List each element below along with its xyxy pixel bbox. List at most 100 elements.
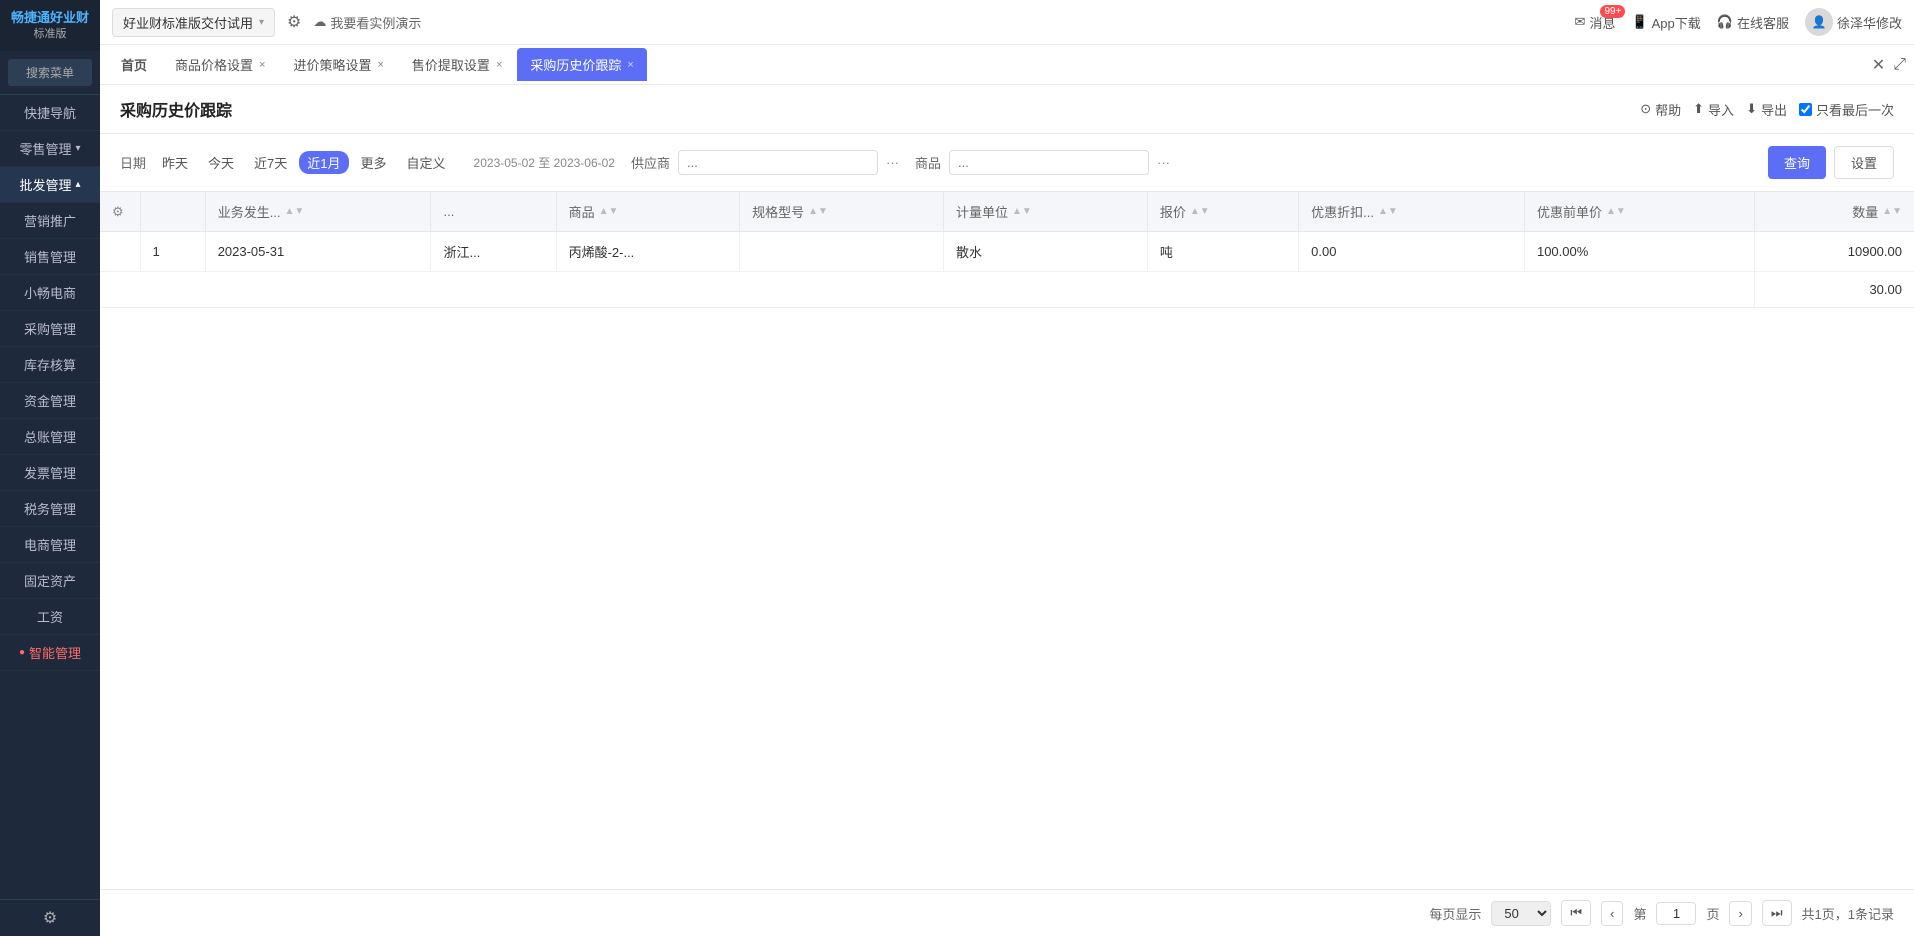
col-settings[interactable]: ⚙ — [100, 192, 140, 232]
cell-more: 浙江... — [431, 232, 556, 272]
sidebar-item-label: 小畅电商 — [24, 283, 76, 302]
close-tab-icon[interactable]: ✕ — [1872, 55, 1885, 75]
sidebar-item-ledger[interactable]: 总账管理 — [0, 419, 100, 455]
supplier-input[interactable] — [678, 150, 878, 175]
close-icon[interactable]: × — [496, 59, 502, 71]
date-option-7days[interactable]: 近7天 — [246, 151, 295, 174]
tab-purchase-history[interactable]: 采购历史价跟踪 × — [517, 48, 646, 81]
date-option-1month[interactable]: 近1月 — [299, 151, 348, 174]
goods-more-icon[interactable]: ··· — [1157, 155, 1170, 170]
help-button[interactable]: ⊙ 帮助 — [1640, 100, 1681, 119]
sidebar-item-label: 批发管理 — [19, 175, 71, 194]
sidebar-item-finance[interactable]: 资金管理 — [0, 383, 100, 419]
col-price[interactable]: 报价 ▲▼ — [1147, 192, 1298, 232]
user-menu[interactable]: 👤 徐泽华修改 — [1805, 8, 1902, 36]
tab-price-extract[interactable]: 售价提取设置 × — [399, 48, 515, 81]
latest-only-input[interactable] — [1799, 103, 1812, 116]
tab-purchase-strategy[interactable]: 进价策略设置 × — [280, 48, 396, 81]
sidebar-item-quick-nav[interactable]: 快捷导航 — [0, 95, 100, 131]
col-goods[interactable]: 商品 ▲▼ — [556, 192, 740, 232]
version-label: 好业财标准版交付试用 — [123, 13, 253, 32]
cell-price-before-discount: 100.00% — [1524, 232, 1754, 272]
last-page-button[interactable]: ⏭ — [1762, 900, 1792, 926]
col-spec[interactable]: 规格型号 ▲▼ — [740, 192, 944, 232]
goods-filter-group: 商品 ··· — [915, 150, 1170, 175]
column-settings-icon[interactable]: ⚙ — [112, 204, 124, 219]
date-option-custom[interactable]: 自定义 — [399, 151, 454, 174]
sidebar-logo: 畅捷通好业财 标准版 — [0, 0, 100, 51]
sidebar-search[interactable]: 搜索菜单 — [0, 51, 100, 95]
avatar: 👤 — [1805, 8, 1833, 36]
sidebar-item-inventory[interactable]: 库存核算 — [0, 347, 100, 383]
sidebar-item-marketing[interactable]: 营销推广 — [0, 203, 100, 239]
col-unit[interactable]: 计量单位 ▲▼ — [943, 192, 1147, 232]
chevron-up-icon: ▴ — [75, 179, 80, 190]
tab-home[interactable]: 首页 — [108, 48, 160, 81]
online-service-button[interactable]: 🎧 在线客服 — [1717, 13, 1789, 32]
goods-input[interactable] — [949, 150, 1149, 175]
per-page-label: 每页显示 — [1429, 904, 1481, 923]
tab-label: 进价策略设置 — [293, 55, 371, 74]
query-button[interactable]: 查询 — [1768, 146, 1826, 179]
settings-button[interactable]: 设置 — [1834, 146, 1894, 179]
version-selector[interactable]: 好业财标准版交付试用 ▾ — [112, 8, 275, 37]
cell-discount-rate: 0.00 — [1299, 232, 1525, 272]
sidebar-item-label: 销售管理 — [24, 247, 76, 266]
search-menu-button[interactable]: 搜索菜单 — [8, 59, 92, 86]
sidebar-item-ecom-small[interactable]: 小畅电商 — [0, 275, 100, 311]
latest-only-checkbox[interactable]: 只看最后一次 — [1799, 100, 1894, 119]
col-discount-rate[interactable]: 优惠折扣... ▲▼ — [1299, 192, 1525, 232]
export-button[interactable]: ⬇ 导出 — [1746, 100, 1787, 119]
date-option-yesterday[interactable]: 昨天 — [154, 151, 196, 174]
close-icon[interactable]: × — [377, 59, 383, 71]
sidebar-item-label: 库存核算 — [24, 355, 76, 374]
page-suffix: 页 — [1706, 904, 1719, 923]
demo-button[interactable]: ☁ 我要看实例演示 — [313, 13, 421, 32]
first-page-button[interactable]: ⏮ — [1561, 900, 1591, 926]
sidebar-item-retail[interactable]: 零售管理 ▾ — [0, 131, 100, 167]
prev-page-button[interactable]: ‹ — [1601, 901, 1623, 926]
sort-icon: ▲▼ — [1190, 207, 1210, 217]
sidebar-item-label: 电商管理 — [24, 535, 76, 554]
sidebar-item-wholesale[interactable]: 批发管理 ▴ — [0, 167, 100, 203]
sidebar-item-purchase[interactable]: 采购管理 — [0, 311, 100, 347]
col-quantity[interactable]: 数量 ▲▼ — [1755, 192, 1914, 232]
filter-actions: 查询 设置 — [1768, 146, 1894, 179]
sidebar-item-ecom[interactable]: 电商管理 — [0, 527, 100, 563]
sort-icon: ▲▼ — [808, 207, 828, 217]
topbar-right: ✉ 消息 99+ 📱 App下载 🎧 在线客服 👤 徐泽华修改 — [1575, 8, 1902, 36]
sort-icon: ▲▼ — [285, 207, 305, 217]
date-option-today[interactable]: 今天 — [200, 151, 242, 174]
supplier-more-icon[interactable]: ··· — [886, 155, 899, 170]
topbar-settings-icon[interactable]: ⚙ — [287, 12, 301, 32]
import-button[interactable]: ⬆ 导入 — [1693, 100, 1734, 119]
topbar: 好业财标准版交付试用 ▾ ⚙ ☁ 我要看实例演示 ✉ 消息 99+ 📱 App下… — [100, 0, 1914, 45]
sidebar-item-tax[interactable]: 税务管理 — [0, 491, 100, 527]
app-download-button[interactable]: 📱 App下载 — [1631, 13, 1700, 32]
sidebar-item-label: 快捷导航 — [24, 103, 76, 122]
sidebar-item-sales[interactable]: 销售管理 — [0, 239, 100, 275]
sidebar-item-label: 营销推广 — [24, 211, 76, 230]
export-icon: ⬇ — [1746, 101, 1757, 117]
page-input[interactable] — [1656, 902, 1696, 925]
expand-icon[interactable]: ⤢ — [1893, 56, 1906, 74]
settings-icon[interactable]: ⚙ — [43, 908, 57, 928]
tab-goods-price[interactable]: 商品价格设置 × — [162, 48, 278, 81]
sidebar-item-payroll[interactable]: 工资 — [0, 599, 100, 635]
message-button[interactable]: ✉ 消息 99+ — [1575, 13, 1616, 32]
sidebar-item-label: 资金管理 — [24, 391, 76, 410]
next-page-button[interactable]: › — [1729, 901, 1751, 926]
per-page-select[interactable]: 50 10 20 100 — [1491, 901, 1551, 926]
page-title: 采购历史价跟踪 — [120, 97, 232, 121]
col-price-before-discount[interactable]: 优惠前单价 ▲▼ — [1524, 192, 1754, 232]
sidebar-item-fixed-assets[interactable]: 固定资产 — [0, 563, 100, 599]
sidebar-item-label: 税务管理 — [24, 499, 76, 518]
sidebar-item-ai-management[interactable]: ● 智能管理 — [0, 635, 100, 671]
col-biz-date[interactable]: 业务发生... ▲▼ — [205, 192, 431, 232]
close-icon[interactable]: × — [627, 59, 633, 71]
filter-bar: 日期 昨天 今天 近7天 近1月 更多 自定义 2023-05-02 至 202… — [100, 134, 1914, 192]
close-icon[interactable]: × — [259, 59, 265, 71]
date-option-more[interactable]: 更多 — [353, 151, 395, 174]
sidebar-item-invoice[interactable]: 发票管理 — [0, 455, 100, 491]
brand-name: 畅捷通好业财 — [8, 10, 92, 27]
